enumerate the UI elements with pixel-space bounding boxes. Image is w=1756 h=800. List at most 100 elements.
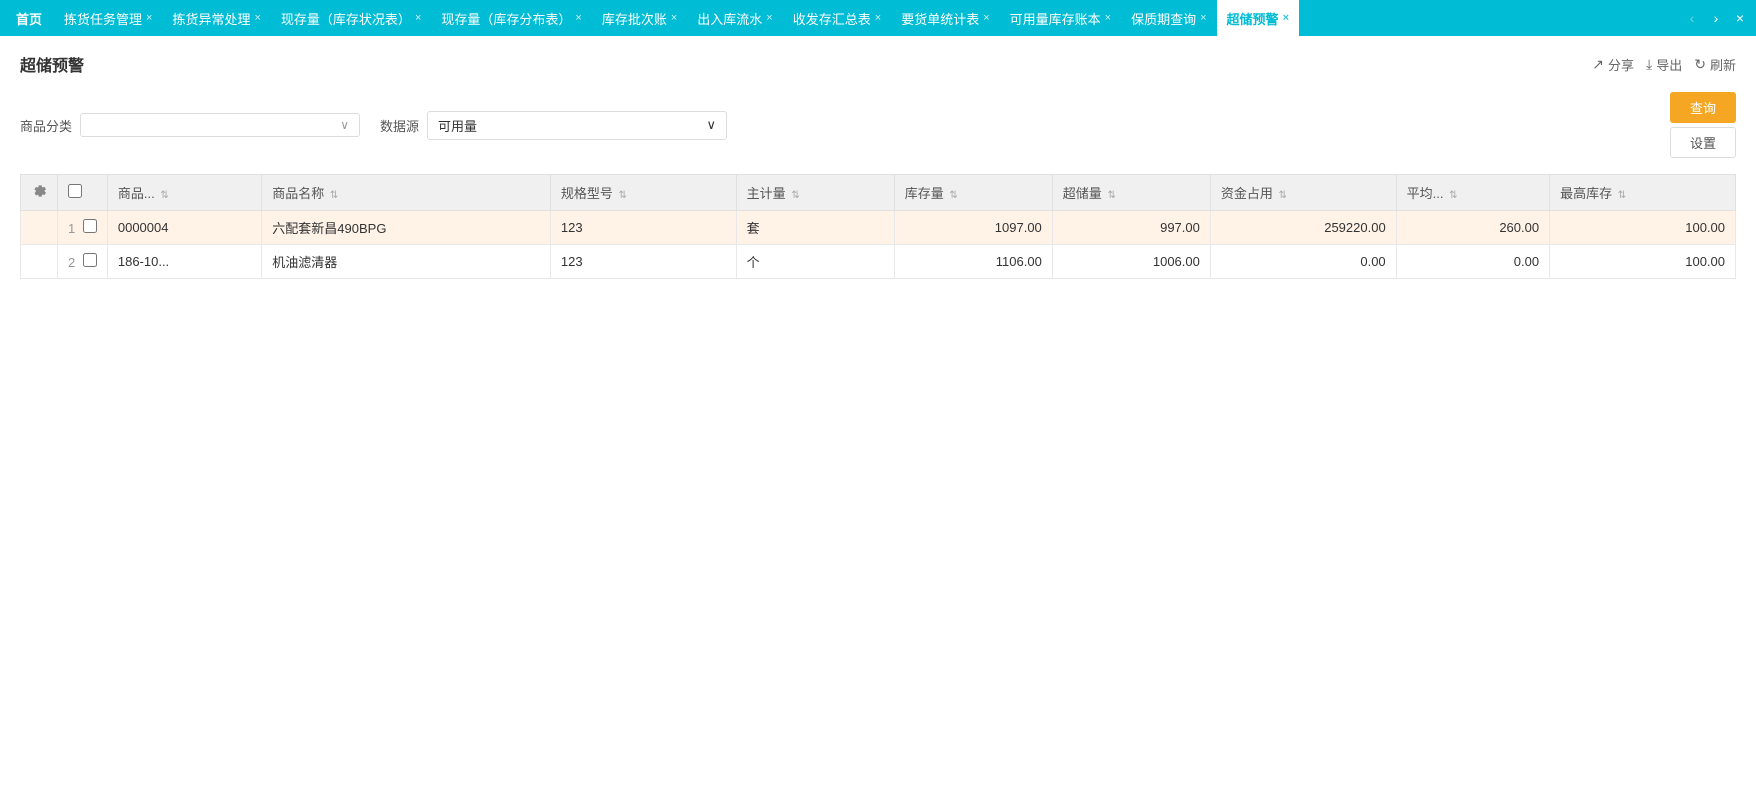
nav-arrows: ‹ › ×: [1680, 0, 1752, 36]
share-button[interactable]: ↗ 分享: [1592, 55, 1634, 74]
stock-cell: 1097.00: [894, 211, 1052, 245]
sort-icon: ⇅: [160, 190, 168, 201]
nav-bar: 首页 拣货任务管理 × 拣货异常处理 × 现存量（库存状况表） × 现存量（库存…: [0, 0, 1756, 36]
data-source-select[interactable]: 可用量 ∨: [427, 111, 727, 140]
col-header-settings[interactable]: [21, 175, 58, 211]
close-icon[interactable]: ×: [1283, 12, 1289, 24]
data-source-label: 数据源: [380, 116, 419, 135]
col-header-max-stock[interactable]: 最高库存 ⇅: [1550, 175, 1736, 211]
nav-prev-button[interactable]: ‹: [1680, 0, 1704, 36]
close-icon[interactable]: ×: [575, 12, 581, 24]
unit-cell: 个: [736, 245, 894, 279]
capital-usage-cell: 259220.00: [1210, 211, 1396, 245]
page-header: 超储预警 ↗ 分享 ⤓ 导出 ↻ 刷新: [20, 52, 1736, 76]
sort-icon: ⇅: [1107, 190, 1115, 201]
row-num-cell: 1: [58, 211, 108, 245]
close-icon[interactable]: ×: [875, 12, 881, 24]
sort-icon: ⇅: [949, 190, 957, 201]
query-button[interactable]: 查询: [1670, 92, 1736, 123]
row-checkbox[interactable]: [83, 219, 97, 233]
nav-close-button[interactable]: ×: [1728, 0, 1752, 36]
data-source-value: 可用量: [438, 116, 477, 135]
overstock-cell: 997.00: [1052, 211, 1210, 245]
row-number: 2: [68, 255, 75, 270]
sort-icon: ⇅: [330, 190, 338, 201]
capital-usage-cell: 0.00: [1210, 245, 1396, 279]
chevron-down-icon: ∨: [340, 118, 349, 132]
col-header-product-code[interactable]: 商品... ⇅: [107, 175, 261, 211]
close-icon[interactable]: ×: [671, 12, 677, 24]
sort-icon: ⇅: [1618, 190, 1626, 201]
refresh-button[interactable]: ↻ 刷新: [1694, 55, 1736, 74]
close-icon[interactable]: ×: [1105, 12, 1111, 24]
refresh-icon: ↻: [1694, 56, 1706, 73]
nav-item-available-account[interactable]: 可用量库存账本 ×: [1000, 0, 1121, 36]
close-icon[interactable]: ×: [983, 12, 989, 24]
row-num-cell: 2: [58, 245, 108, 279]
spec-cell: 123: [550, 211, 736, 245]
nav-item-shelf-life[interactable]: 保质期查询 ×: [1121, 0, 1216, 36]
sort-icon: ⇅: [791, 190, 799, 201]
select-all-checkbox[interactable]: [68, 184, 82, 198]
nav-home[interactable]: 首页: [4, 0, 54, 36]
export-icon: ⤓: [1646, 56, 1652, 73]
nav-next-button[interactable]: ›: [1704, 0, 1728, 36]
gear-icon: [31, 183, 47, 199]
close-icon[interactable]: ×: [766, 12, 772, 24]
nav-item-in-out-flow[interactable]: 出入库流水 ×: [687, 0, 782, 36]
chevron-down-icon: ∨: [707, 117, 717, 133]
product-category-label: 商品分类: [20, 116, 72, 135]
col-header-overstock[interactable]: 超储量 ⇅: [1052, 175, 1210, 211]
nav-item-collect-summary[interactable]: 收发存汇总表 ×: [783, 0, 891, 36]
product-name-cell: 机油滤清器: [262, 245, 551, 279]
max-stock-cell: 100.00: [1550, 211, 1736, 245]
share-icon: ↗: [1592, 56, 1604, 73]
col-header-unit[interactable]: 主计量 ⇅: [736, 175, 894, 211]
nav-item-overstock-alert[interactable]: 超储预警 ×: [1217, 0, 1299, 36]
export-button[interactable]: ⤓ 导出: [1646, 55, 1682, 74]
close-icon[interactable]: ×: [254, 12, 260, 24]
nav-item-inventory-status[interactable]: 现存量（库存状况表） ×: [271, 0, 431, 36]
table-row: 1 0000004 六配套新昌490BPG 123 套 1097.00 997.…: [21, 211, 1736, 245]
filter-group-datasource: 数据源 可用量 ∨: [380, 111, 727, 140]
page-content: 超储预警 ↗ 分享 ⤓ 导出 ↻ 刷新 商品分类 ∨ 数据源: [0, 36, 1756, 800]
col-header-stock[interactable]: 库存量 ⇅: [894, 175, 1052, 211]
spec-cell: 123: [550, 245, 736, 279]
filter-group-category: 商品分类 ∨: [20, 113, 360, 137]
page-title: 超储预警: [20, 52, 84, 76]
unit-cell: 套: [736, 211, 894, 245]
nav-item-order-stats[interactable]: 要货单统计表 ×: [891, 0, 999, 36]
col-header-capital-usage[interactable]: 资金占用 ⇅: [1210, 175, 1396, 211]
row-settings-cell: [21, 245, 58, 279]
sort-icon: ⇅: [619, 190, 627, 201]
filter-row: 商品分类 ∨ 数据源 可用量 ∨ 查询 设置: [20, 92, 1736, 158]
nav-item-abnormal[interactable]: 拣货异常处理 ×: [162, 0, 270, 36]
close-icon[interactable]: ×: [1200, 12, 1206, 24]
product-code-cell: 186-10...: [107, 245, 261, 279]
table-header-row: 商品... ⇅ 商品名称 ⇅ 规格型号 ⇅ 主计量 ⇅ 库存量 ⇅: [21, 175, 1736, 211]
product-name-cell: 六配套新昌490BPG: [262, 211, 551, 245]
col-header-spec[interactable]: 规格型号 ⇅: [550, 175, 736, 211]
nav-item-task-mgmt[interactable]: 拣货任务管理 ×: [54, 0, 162, 36]
filter-buttons: 查询 设置: [1670, 92, 1736, 158]
close-icon[interactable]: ×: [146, 12, 152, 24]
row-checkbox[interactable]: [83, 253, 97, 267]
table-row: 2 186-10... 机油滤清器 123 个 1106.00 1006.00 …: [21, 245, 1736, 279]
avg-cell: 260.00: [1396, 211, 1549, 245]
row-settings-cell: [21, 211, 58, 245]
nav-item-inventory-dist[interactable]: 现存量（库存分布表） ×: [431, 0, 591, 36]
avg-cell: 0.00: [1396, 245, 1549, 279]
col-header-checkbox[interactable]: [58, 175, 108, 211]
overstock-cell: 1006.00: [1052, 245, 1210, 279]
close-icon[interactable]: ×: [415, 12, 421, 24]
stock-cell: 1106.00: [894, 245, 1052, 279]
header-actions: ↗ 分享 ⤓ 导出 ↻ 刷新: [1592, 55, 1736, 74]
settings-button[interactable]: 设置: [1670, 127, 1736, 158]
col-header-product-name[interactable]: 商品名称 ⇅: [262, 175, 551, 211]
product-category-select[interactable]: ∨: [80, 113, 360, 137]
nav-item-batch-account[interactable]: 库存批次账 ×: [592, 0, 687, 36]
data-table: 商品... ⇅ 商品名称 ⇅ 规格型号 ⇅ 主计量 ⇅ 库存量 ⇅: [20, 174, 1736, 279]
product-code-cell: 0000004: [107, 211, 261, 245]
col-header-avg[interactable]: 平均... ⇅: [1396, 175, 1549, 211]
sort-icon: ⇅: [1449, 190, 1457, 201]
